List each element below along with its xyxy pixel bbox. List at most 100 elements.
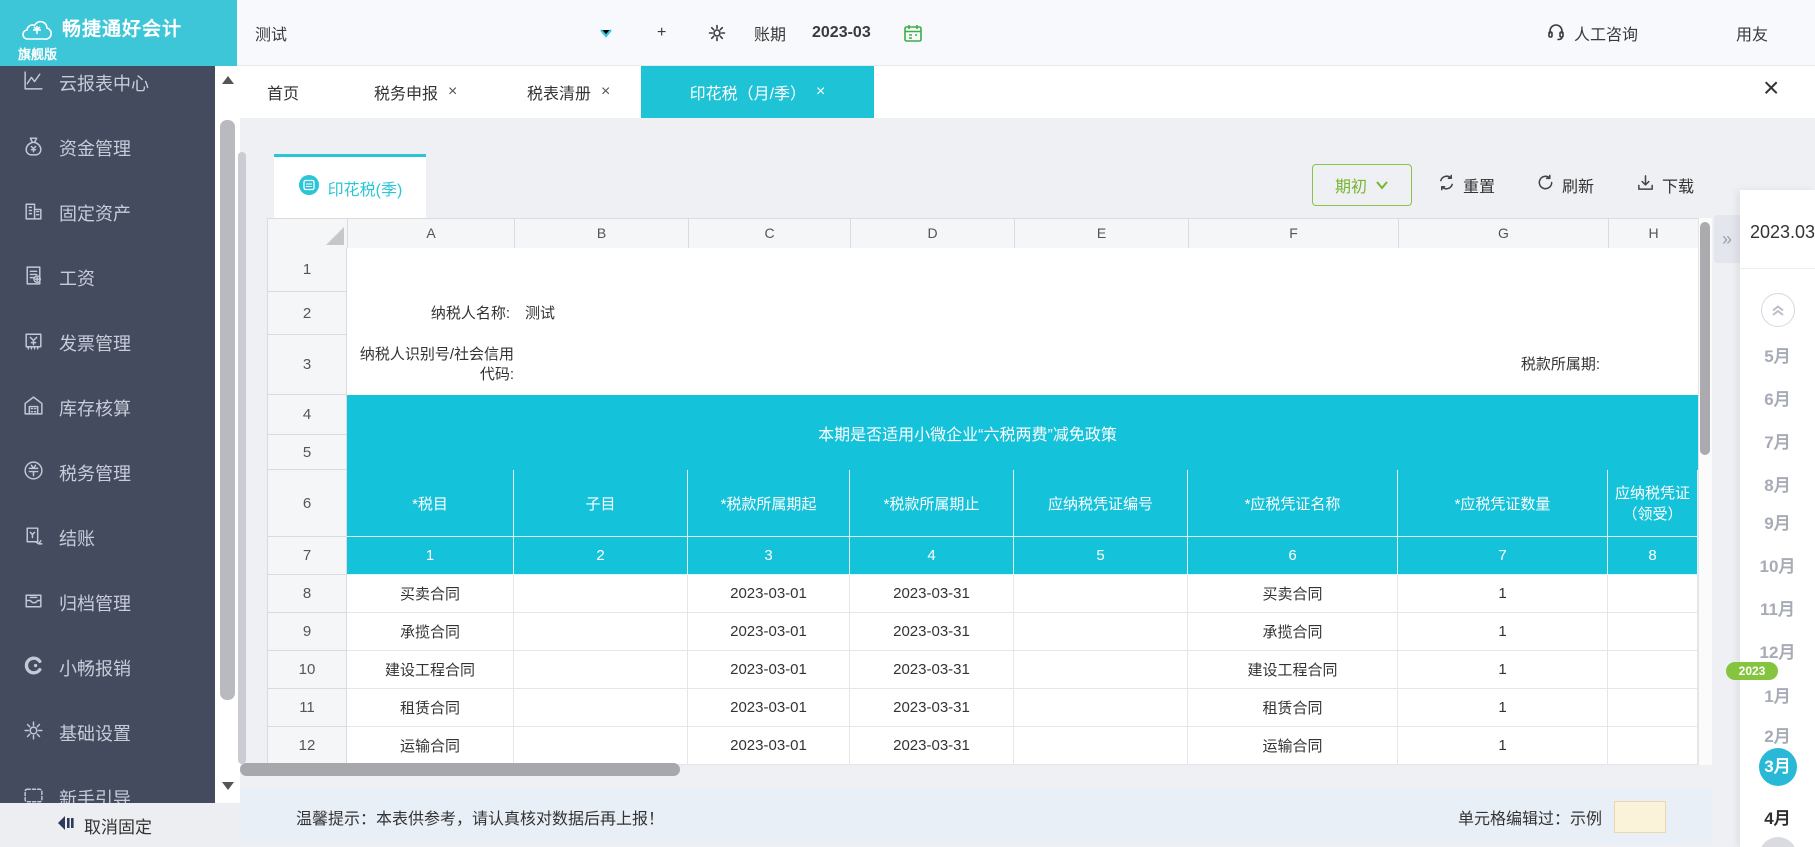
month-item[interactable]: 12月 bbox=[1740, 638, 1815, 663]
cell-period-from[interactable]: 2023-03-01 bbox=[688, 613, 850, 651]
sidebar-item-archive[interactable]: 归档管理 bbox=[0, 570, 215, 635]
column-letter: A bbox=[348, 219, 515, 249]
month-item[interactable]: 2月 bbox=[1740, 722, 1815, 747]
cell-voucher-no[interactable] bbox=[1014, 575, 1188, 613]
cell-voucher-name[interactable]: 买卖合同 bbox=[1188, 575, 1398, 613]
month-item[interactable]: 5月 bbox=[1740, 342, 1815, 367]
cell-sub-item[interactable] bbox=[514, 651, 688, 689]
sidebar-item-expense[interactable]: 小畅报销 bbox=[0, 635, 215, 700]
sidebar-item-payroll[interactable]: 工资 bbox=[0, 245, 215, 310]
cell-period-from[interactable]: 2023-03-01 bbox=[688, 575, 850, 613]
cell-voucher-qty[interactable]: 1 bbox=[1398, 575, 1608, 613]
cell-voucher-qty[interactable]: 1 bbox=[1398, 689, 1608, 727]
reset-button[interactable]: 重置 bbox=[1437, 164, 1495, 206]
scroll-down-icon[interactable] bbox=[222, 782, 234, 790]
cell-voucher-date[interactable] bbox=[1608, 689, 1698, 727]
sidebar-item-inventory[interactable]: 库存核算 bbox=[0, 375, 215, 440]
tab-tax-filing[interactable]: 税务申报 × bbox=[374, 66, 457, 118]
cell-voucher-name[interactable]: 建设工程合同 bbox=[1188, 651, 1398, 689]
sidebar-scrollbar[interactable] bbox=[215, 66, 240, 803]
current-period-label[interactable]: 2023.03 bbox=[1750, 222, 1815, 243]
calendar-icon[interactable] bbox=[902, 0, 924, 66]
cell-voucher-no[interactable] bbox=[1014, 689, 1188, 727]
cell-voucher-name[interactable]: 租赁合同 bbox=[1188, 689, 1398, 727]
cell-tax-item[interactable]: 建设工程合同 bbox=[347, 651, 514, 689]
sidebar-item-fixed-assets[interactable]: 固定资产 bbox=[0, 180, 215, 245]
cell-tax-item[interactable]: 承揽合同 bbox=[347, 613, 514, 651]
cell-voucher-date[interactable] bbox=[1608, 613, 1698, 651]
sidebar-item-label: 资金管理 bbox=[59, 138, 131, 159]
scroll-months-up-icon[interactable] bbox=[1760, 293, 1795, 327]
cell-tax-item[interactable]: 租赁合同 bbox=[347, 689, 514, 727]
month-item[interactable]: 8月 bbox=[1740, 471, 1815, 496]
cell-period-to[interactable]: 2023-03-31 bbox=[850, 689, 1014, 727]
company-chevron-down-icon[interactable] bbox=[597, 0, 615, 66]
vertical-scrollbar-thumb[interactable] bbox=[1700, 222, 1710, 455]
cell-period-from[interactable]: 2023-03-01 bbox=[688, 651, 850, 689]
sidebar-item-funds[interactable]: 资金管理 bbox=[0, 115, 215, 180]
month-item-clipped[interactable]: 5月 bbox=[1758, 837, 1797, 847]
tab-stamp-tax[interactable]: 印花税（月/季） × bbox=[641, 66, 874, 118]
cell-voucher-qty[interactable]: 1 bbox=[1398, 651, 1608, 689]
period-value[interactable]: 2023-03 bbox=[812, 0, 871, 66]
month-item[interactable]: 6月 bbox=[1740, 385, 1815, 410]
cell-voucher-name[interactable]: 运输合同 bbox=[1188, 727, 1398, 765]
close-tab-icon[interactable]: × bbox=[601, 83, 610, 101]
cell-voucher-no[interactable] bbox=[1014, 727, 1188, 765]
tab-tax-register[interactable]: 税表清册 × bbox=[527, 66, 610, 118]
cell-period-to[interactable]: 2023-03-31 bbox=[850, 613, 1014, 651]
company-name[interactable]: 测试 bbox=[255, 0, 287, 66]
month-item[interactable]: 1月 bbox=[1740, 682, 1815, 707]
close-page-icon[interactable]: × bbox=[1763, 72, 1779, 104]
cell-period-to[interactable]: 2023-03-31 bbox=[850, 651, 1014, 689]
panel-collapse-chevrons-icon[interactable]: » bbox=[1714, 215, 1740, 263]
cell-period-from[interactable]: 2023-03-01 bbox=[688, 727, 850, 765]
cell-voucher-date[interactable] bbox=[1608, 727, 1698, 765]
cell-voucher-name[interactable]: 承揽合同 bbox=[1188, 613, 1398, 651]
download-button[interactable]: 下载 bbox=[1636, 164, 1694, 206]
cell-sub-item[interactable] bbox=[514, 613, 688, 651]
unpin-sidebar-button[interactable]: 取消固定 bbox=[0, 803, 240, 847]
taxpayer-name-value[interactable]: 测试 bbox=[525, 292, 555, 335]
worksheet-tab-stamp-tax[interactable]: 印花税(季) bbox=[274, 154, 426, 218]
sidebar-item-closing[interactable]: 结账 bbox=[0, 505, 215, 570]
month-item-active[interactable]: 3月 bbox=[1758, 748, 1797, 786]
month-item[interactable]: 7月 bbox=[1740, 428, 1815, 453]
close-tab-icon[interactable]: × bbox=[448, 83, 457, 101]
opening-period-button[interactable]: 期初 bbox=[1312, 164, 1412, 206]
cell-voucher-date[interactable] bbox=[1608, 651, 1698, 689]
add-account-button[interactable]: + bbox=[657, 0, 666, 66]
horizontal-scrollbar-thumb[interactable] bbox=[240, 763, 680, 776]
sidebar-item-tax[interactable]: 税务管理 bbox=[0, 440, 215, 505]
cell-voucher-no[interactable] bbox=[1014, 613, 1188, 651]
cell-tax-item[interactable]: 运输合同 bbox=[347, 727, 514, 765]
cell-voucher-qty[interactable]: 1 bbox=[1398, 727, 1608, 765]
sidebar-item-invoice[interactable]: 发票管理 bbox=[0, 310, 215, 375]
refresh-button[interactable]: 刷新 bbox=[1536, 164, 1594, 206]
cell-sub-item[interactable] bbox=[514, 727, 688, 765]
cell-voucher-qty[interactable]: 1 bbox=[1398, 613, 1608, 651]
sidebar-item-label: 发票管理 bbox=[59, 333, 131, 354]
month-item[interactable]: 11月 bbox=[1740, 595, 1815, 620]
settings-gear-icon[interactable] bbox=[707, 0, 727, 66]
cell-sub-item[interactable] bbox=[514, 689, 688, 727]
month-item-next[interactable]: 4月 bbox=[1740, 804, 1815, 829]
tab-home[interactable]: 首页 bbox=[267, 66, 299, 118]
support-link[interactable]: 人工咨询 bbox=[1546, 0, 1638, 66]
sidebar-scrollbar-thumb[interactable] bbox=[220, 120, 235, 700]
user-name[interactable]: 用友 bbox=[1736, 0, 1768, 66]
cell-voucher-date[interactable] bbox=[1608, 575, 1698, 613]
sidebar-item-settings[interactable]: 基础设置 bbox=[0, 700, 215, 765]
content-scrollbar-left[interactable] bbox=[238, 152, 246, 764]
cell-voucher-no[interactable] bbox=[1014, 651, 1188, 689]
month-item[interactable]: 9月 bbox=[1740, 509, 1815, 534]
cell-tax-item[interactable]: 买卖合同 bbox=[347, 575, 514, 613]
cell-period-to[interactable]: 2023-03-31 bbox=[850, 575, 1014, 613]
cell-sub-item[interactable] bbox=[514, 575, 688, 613]
select-all-corner[interactable] bbox=[268, 219, 348, 249]
scroll-up-icon[interactable] bbox=[222, 76, 234, 84]
close-tab-icon[interactable]: × bbox=[816, 83, 825, 101]
cell-period-from[interactable]: 2023-03-01 bbox=[688, 689, 850, 727]
month-item[interactable]: 10月 bbox=[1740, 552, 1815, 577]
cell-period-to[interactable]: 2023-03-31 bbox=[850, 727, 1014, 765]
